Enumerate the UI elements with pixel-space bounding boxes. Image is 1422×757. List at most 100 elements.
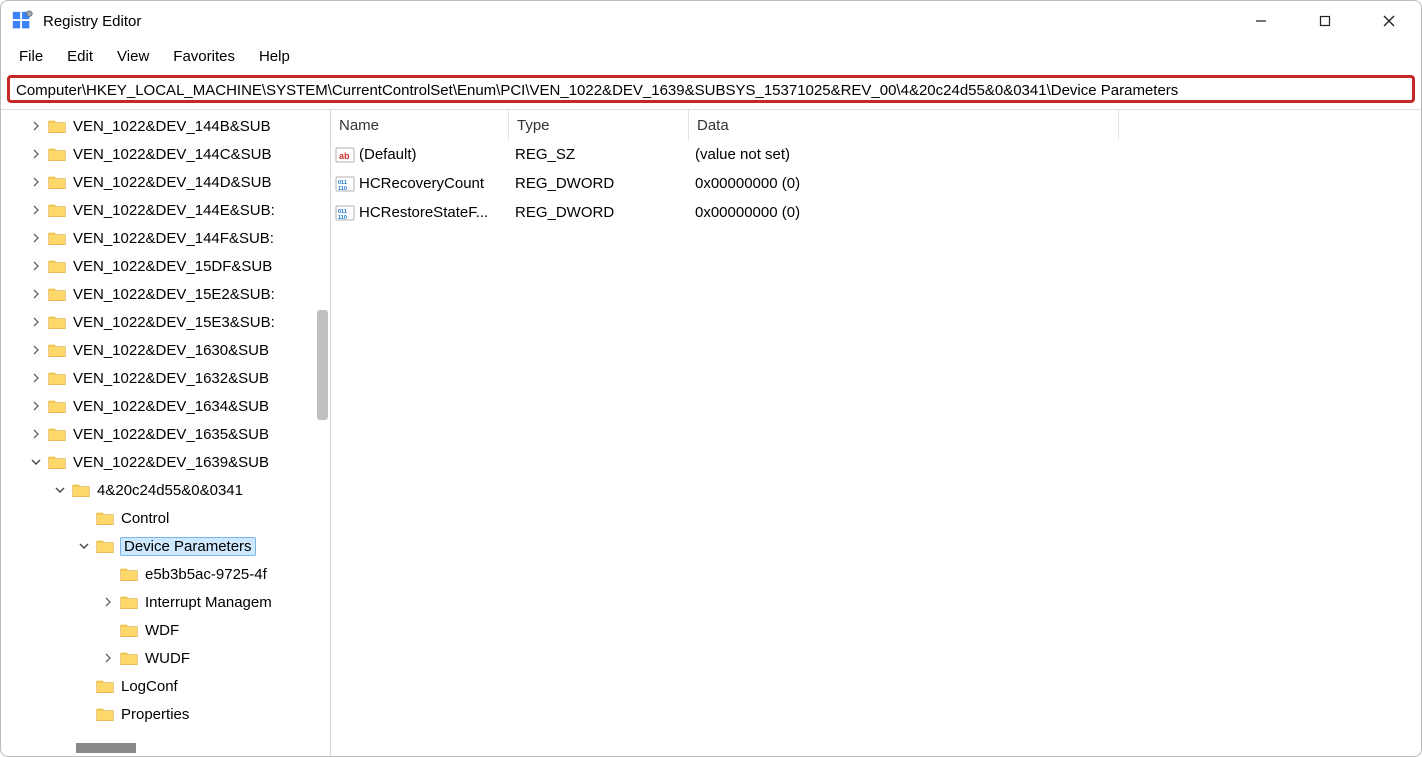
tree-item-label: VEN_1022&DEV_15E3&SUB: — [73, 314, 275, 331]
value-type: REG_SZ — [509, 146, 689, 163]
tree-item[interactable]: VEN_1022&DEV_144C&SUB — [1, 140, 330, 168]
chevron-down-icon[interactable] — [29, 455, 43, 469]
close-button[interactable] — [1357, 1, 1421, 41]
chevron-right-icon[interactable] — [29, 399, 43, 413]
value-row[interactable]: ab (Default)REG_SZ(value not set) — [331, 140, 1421, 169]
menu-help[interactable]: Help — [249, 45, 300, 68]
menu-favorites[interactable]: Favorites — [163, 45, 245, 68]
tree-item[interactable]: VEN_1022&DEV_144B&SUB — [1, 112, 330, 140]
value-row[interactable]: 011 110 HCRecoveryCount REG_DWORD0x000000… — [331, 169, 1421, 198]
chevron-right-icon[interactable] — [29, 315, 43, 329]
chevron-down-icon[interactable] — [77, 539, 91, 553]
tree-item[interactable]: Device Parameters — [1, 532, 330, 560]
tree-horizontal-scrollbar[interactable] — [1, 740, 330, 756]
string-value-icon: ab — [335, 145, 355, 165]
value-name: HCRecoveryCount — [359, 175, 484, 192]
tree-item-label: Device Parameters — [120, 537, 256, 556]
tree-item[interactable]: VEN_1022&DEV_144E&SUB: — [1, 196, 330, 224]
tree-item-label: VEN_1022&DEV_144B&SUB — [73, 118, 271, 135]
values-list[interactable]: ab (Default)REG_SZ(value not set) 011 11… — [331, 140, 1421, 756]
value-name: (Default) — [359, 146, 417, 163]
tree-item[interactable]: WUDF — [1, 644, 330, 672]
tree-item-label: Control — [121, 510, 169, 527]
tree-item-label: WUDF — [145, 650, 190, 667]
tree-item-label: VEN_1022&DEV_1632&SUB — [73, 370, 269, 387]
tree-item-label: VEN_1022&DEV_144E&SUB: — [73, 202, 275, 219]
tree-item-label: VEN_1022&DEV_144D&SUB — [73, 174, 271, 191]
tree-item[interactable]: Control — [1, 504, 330, 532]
binary-value-icon: 011 110 — [335, 174, 355, 194]
tree-item-label: VEN_1022&DEV_1635&SUB — [73, 426, 269, 443]
chevron-right-icon[interactable] — [29, 343, 43, 357]
tree-item[interactable]: VEN_1022&DEV_15E2&SUB: — [1, 280, 330, 308]
tree-item[interactable]: WDF — [1, 616, 330, 644]
tree-vertical-scrollbar[interactable] — [317, 310, 328, 420]
binary-value-icon: 011 110 — [335, 203, 355, 223]
titlebar: Registry Editor — [1, 1, 1421, 41]
tree-item-label: LogConf — [121, 678, 178, 695]
tree-item[interactable]: VEN_1022&DEV_15DF&SUB — [1, 252, 330, 280]
value-type: REG_DWORD — [509, 175, 689, 192]
chevron-right-icon[interactable] — [29, 371, 43, 385]
svg-text:110: 110 — [338, 215, 347, 221]
column-header-type[interactable]: Type — [509, 110, 689, 140]
main-split: VEN_1022&DEV_144B&SUB VEN_1022&DEV_144C&… — [1, 109, 1421, 756]
chevron-right-icon[interactable] — [29, 427, 43, 441]
tree-item-label: Properties — [121, 706, 189, 723]
registry-editor-window: Registry Editor File Edit View Favorites… — [0, 0, 1422, 757]
chevron-right-icon[interactable] — [101, 595, 115, 609]
tree-panel: VEN_1022&DEV_144B&SUB VEN_1022&DEV_144C&… — [1, 110, 331, 756]
tree-item-label: VEN_1022&DEV_1639&SUB — [73, 454, 269, 471]
tree-item[interactable]: Interrupt Managem — [1, 588, 330, 616]
tree-item-label: VEN_1022&DEV_15E2&SUB: — [73, 286, 275, 303]
value-name: HCRestoreStateF... — [359, 204, 488, 221]
tree-item-label: VEN_1022&DEV_1630&SUB — [73, 342, 269, 359]
chevron-right-icon[interactable] — [29, 231, 43, 245]
chevron-right-icon[interactable] — [29, 147, 43, 161]
menu-edit[interactable]: Edit — [57, 45, 103, 68]
tree-item[interactable]: VEN_1022&DEV_1639&SUB — [1, 448, 330, 476]
tree-item-label: 4&20c24d55&0&0341 — [97, 482, 243, 499]
svg-text:110: 110 — [338, 186, 347, 192]
maximize-button[interactable] — [1293, 1, 1357, 41]
tree-item[interactable]: VEN_1022&DEV_1630&SUB — [1, 336, 330, 364]
tree-item[interactable]: Properties — [1, 700, 330, 728]
tree-horizontal-scrollbar-thumb[interactable] — [76, 743, 136, 753]
tree-item[interactable]: VEN_1022&DEV_1632&SUB — [1, 364, 330, 392]
tree-item-label: WDF — [145, 622, 179, 639]
value-type: REG_DWORD — [509, 204, 689, 221]
menu-view[interactable]: View — [107, 45, 159, 68]
values-header: Name Type Data — [331, 110, 1421, 140]
value-data: 0x00000000 (0) — [689, 175, 1119, 192]
menu-file[interactable]: File — [9, 45, 53, 68]
column-header-name[interactable]: Name — [331, 110, 509, 140]
svg-text:ab: ab — [339, 151, 350, 161]
chevron-down-icon[interactable] — [53, 483, 67, 497]
tree-item[interactable]: VEN_1022&DEV_1635&SUB — [1, 420, 330, 448]
tree-item[interactable]: VEN_1022&DEV_1634&SUB — [1, 392, 330, 420]
chevron-right-icon[interactable] — [29, 203, 43, 217]
menubar: File Edit View Favorites Help — [1, 41, 1421, 71]
app-icon — [11, 10, 33, 32]
tree-item[interactable]: VEN_1022&DEV_15E3&SUB: — [1, 308, 330, 336]
column-header-data[interactable]: Data — [689, 110, 1119, 140]
tree-item[interactable]: e5b3b5ac-9725-4f — [1, 560, 330, 588]
chevron-right-icon[interactable] — [29, 259, 43, 273]
tree-item[interactable]: VEN_1022&DEV_144D&SUB — [1, 168, 330, 196]
minimize-button[interactable] — [1229, 1, 1293, 41]
tree-item[interactable]: 4&20c24d55&0&0341 — [1, 476, 330, 504]
chevron-right-icon[interactable] — [101, 651, 115, 665]
tree-item-label: Interrupt Managem — [145, 594, 272, 611]
tree-item[interactable]: LogConf — [1, 672, 330, 700]
chevron-right-icon[interactable] — [29, 175, 43, 189]
chevron-right-icon[interactable] — [29, 119, 43, 133]
tree-item-label: VEN_1022&DEV_144F&SUB: — [73, 230, 274, 247]
chevron-right-icon[interactable] — [29, 287, 43, 301]
value-row[interactable]: 011 110 HCRestoreStateF...REG_DWORD0x000… — [331, 198, 1421, 227]
tree-item-label: VEN_1022&DEV_1634&SUB — [73, 398, 269, 415]
address-bar-container: Computer\HKEY_LOCAL_MACHINE\SYSTEM\Curre… — [1, 71, 1421, 109]
tree-item[interactable]: VEN_1022&DEV_144F&SUB: — [1, 224, 330, 252]
registry-tree[interactable]: VEN_1022&DEV_144B&SUB VEN_1022&DEV_144C&… — [1, 110, 330, 740]
address-bar[interactable]: Computer\HKEY_LOCAL_MACHINE\SYSTEM\Curre… — [7, 75, 1415, 103]
tree-item-label: e5b3b5ac-9725-4f — [145, 566, 267, 583]
